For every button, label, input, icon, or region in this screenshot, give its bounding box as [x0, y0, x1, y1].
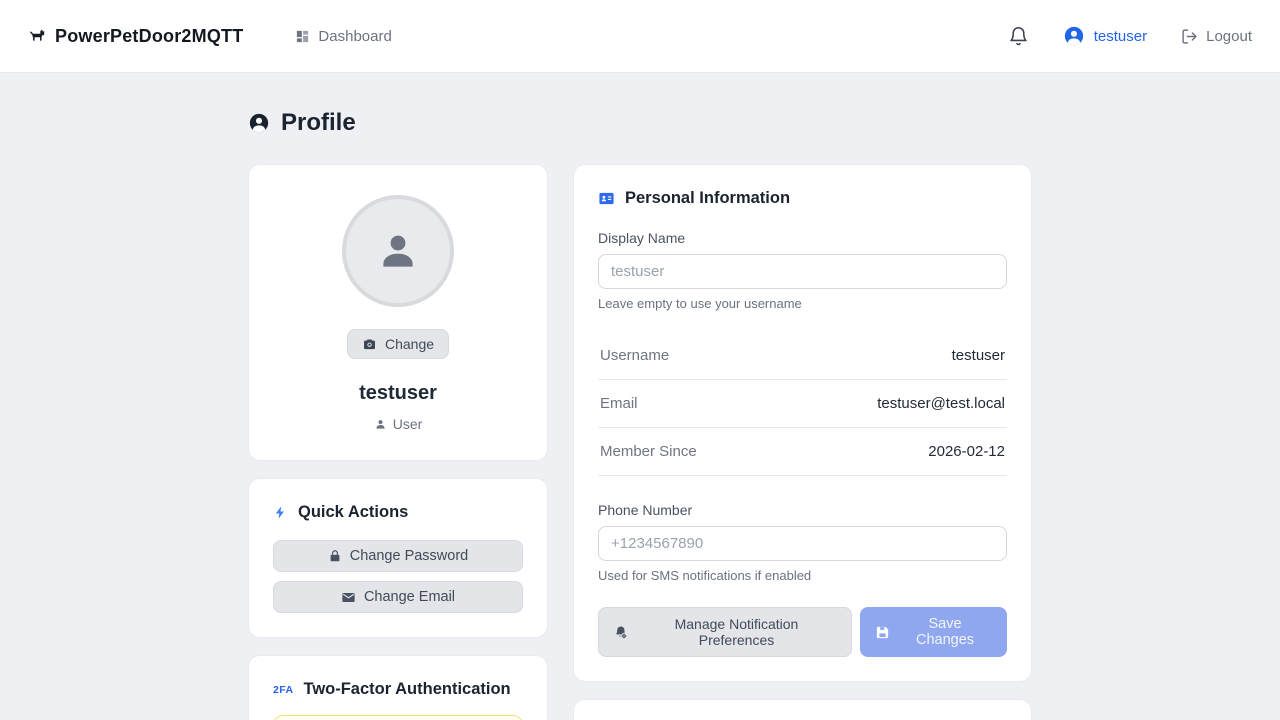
main-content: Profile Change testuser User Quick Actio…: [248, 73, 1032, 720]
logout-button[interactable]: Logout: [1181, 28, 1252, 45]
bolt-icon: [273, 505, 288, 520]
user-menu[interactable]: testuser: [1063, 25, 1147, 47]
two-factor-warning-box: [273, 715, 523, 720]
member-since-label: Member Since: [600, 443, 697, 460]
profile-icon: [248, 112, 270, 134]
save-icon: [875, 625, 890, 640]
logout-icon: [1181, 28, 1198, 45]
camera-icon: [362, 337, 377, 352]
right-column: Personal Information Display Name Leave …: [573, 164, 1032, 720]
change-email-label: Change Email: [363, 589, 456, 605]
profile-name: testuser: [359, 382, 437, 404]
change-avatar-label: Change: [384, 336, 435, 352]
change-email-button[interactable]: Change Email: [273, 581, 523, 613]
nav-dashboard-label: Dashboard: [318, 27, 392, 45]
dashboard-grid-icon: [295, 29, 310, 44]
nav-dashboard[interactable]: Dashboard: [295, 27, 392, 45]
quick-actions-title: Quick Actions: [298, 503, 409, 521]
page-title-text: Profile: [281, 109, 356, 136]
personal-info-actions: Manage Notification Preferences Save Cha…: [598, 607, 1007, 657]
change-password-button[interactable]: Change Password: [273, 540, 523, 572]
dog-icon: [28, 27, 46, 45]
member-since-value: 2026-02-12: [928, 443, 1005, 460]
save-changes-button[interactable]: Save Changes: [859, 607, 1007, 657]
personal-info-heading: Personal Information: [598, 189, 1007, 208]
lock-icon: [328, 549, 342, 563]
phone-input[interactable]: [598, 526, 1007, 561]
personal-info-title: Personal Information: [625, 189, 791, 207]
manage-notifications-label: Manage Notification Preferences: [674, 616, 799, 648]
quick-actions-heading: Quick Actions: [273, 503, 523, 522]
appearance-card: Appearance: [573, 699, 1032, 720]
manage-notifications-button[interactable]: Manage Notification Preferences: [598, 607, 852, 657]
envelope-icon: [341, 590, 356, 605]
profile-role: User: [273, 416, 523, 432]
page-title: Profile: [248, 109, 1032, 137]
phone-label: Phone Number: [598, 502, 693, 518]
avatar: [342, 195, 454, 307]
display-name-label: Display Name: [598, 230, 686, 246]
brand-title: PowerPetDoor2MQTT: [55, 25, 244, 46]
display-name-input[interactable]: [598, 254, 1007, 289]
info-row-username: Username testuser: [598, 332, 1007, 380]
two-factor-heading: 2FA Two-Factor Authentication: [273, 680, 523, 699]
bell-icon[interactable]: [1008, 26, 1029, 47]
user-menu-label: testuser: [1093, 27, 1148, 45]
profile-role-label: User: [392, 416, 423, 432]
top-bar: PowerPetDoor2MQTT Dashboard testuser Log…: [0, 0, 1280, 73]
info-row-email: Email testuser@test.local: [598, 380, 1007, 428]
top-bar-right: testuser Logout: [1008, 25, 1252, 47]
display-name-hint: Leave empty to use your username: [598, 296, 802, 311]
2fa-icon: 2FA: [273, 683, 294, 696]
change-avatar-button[interactable]: Change: [346, 329, 450, 359]
user-circle-icon: [1063, 25, 1085, 47]
email-value: testuser@test.local: [877, 395, 1005, 412]
quick-actions-card: Quick Actions Change Password Change Ema…: [248, 478, 548, 638]
username-label: Username: [600, 347, 670, 364]
person-small-icon: [374, 418, 387, 431]
email-label: Email: [600, 395, 638, 412]
avatar-card: Change testuser User: [248, 164, 548, 461]
info-row-member-since: Member Since 2026-02-12: [598, 428, 1007, 476]
two-factor-card: 2FA Two-Factor Authentication: [248, 655, 548, 720]
id-card-icon: [598, 190, 615, 207]
brand: PowerPetDoor2MQTT: [28, 26, 243, 47]
save-changes-label: Save Changes: [915, 616, 975, 648]
account-info-rows: Username testuser Email testuser@test.lo…: [598, 332, 1007, 476]
username-value: testuser: [951, 347, 1005, 364]
person-icon: [374, 227, 422, 275]
bell-gear-icon: [613, 625, 628, 640]
two-factor-title: Two-Factor Authentication: [303, 680, 511, 698]
logout-label: Logout: [1206, 27, 1252, 45]
change-password-label: Change Password: [349, 548, 469, 564]
personal-info-card: Personal Information Display Name Leave …: [573, 164, 1032, 682]
phone-hint: Used for SMS notifications if enabled: [598, 568, 812, 583]
left-column: Change testuser User Quick Actions Chang…: [248, 164, 548, 720]
